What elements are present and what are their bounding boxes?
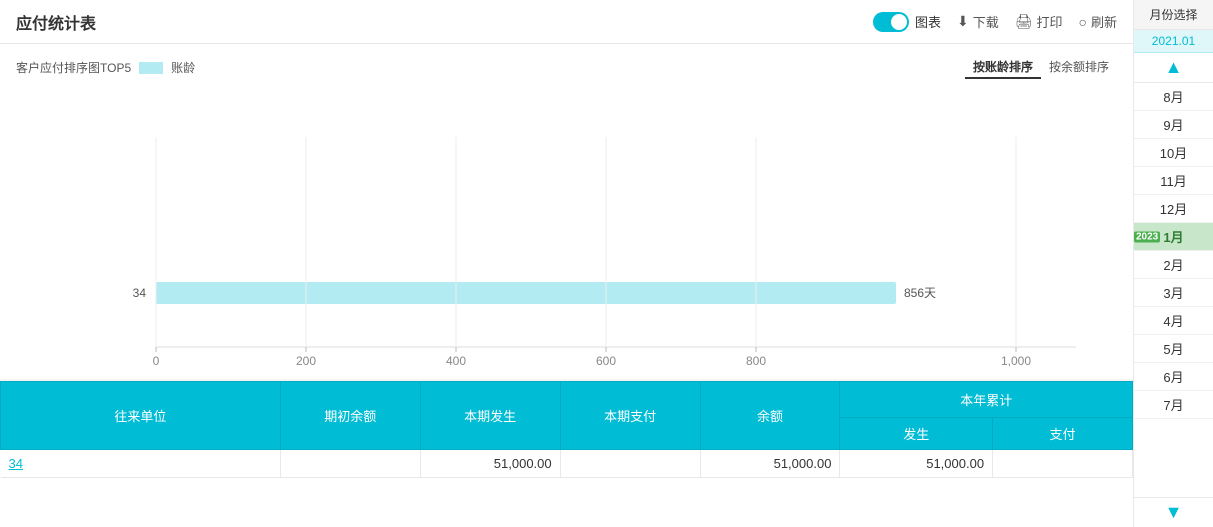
download-button[interactable]: ⬇ 下载 (957, 12, 999, 31)
col-header-ytd-pay: 支付 (993, 418, 1133, 450)
chart-toggle-wrap: 图表 (873, 12, 941, 32)
sidebar-month-4[interactable]: 4月 (1134, 307, 1213, 335)
sidebar-month-9[interactable]: 9月 (1134, 111, 1213, 139)
sidebar-month-1-2023[interactable]: 2023 1月 (1134, 223, 1213, 251)
table-body: 34 51,000.00 51,000.00 51,000.00 (1, 450, 1133, 478)
svg-text:600: 600 (596, 354, 616, 367)
cell-period-occur: 51,000.00 (420, 450, 560, 478)
table-area: 往来单位 期初余额 本期发生 本期支付 余额 本年累计 发生 支付 34 51,… (0, 381, 1133, 527)
sidebar-nav-down-button[interactable]: ▼ (1134, 497, 1213, 527)
page-header: 应付统计表 图表 ⬇ 下载 🖨 打印 ○ 刷新 (0, 0, 1133, 44)
chart-toggle-label: 图表 (915, 12, 941, 31)
year-tag-2023: 2023 (1134, 231, 1160, 242)
chart-legend: 客户应付排序图TOP5 账龄 (16, 59, 195, 76)
cell-period-balance (280, 450, 420, 478)
col-header-period-balance: 期初余额 (280, 382, 420, 450)
sidebar-month-5[interactable]: 5月 (1134, 335, 1213, 363)
svg-text:34: 34 (133, 286, 147, 300)
sidebar-month-6[interactable]: 6月 (1134, 363, 1213, 391)
refresh-icon: ○ (1079, 14, 1087, 30)
svg-text:1,000: 1,000 (1001, 354, 1031, 367)
col-header-unit: 往来单位 (1, 382, 281, 450)
chart-sort: 按账龄排序 按余额排序 (965, 56, 1117, 79)
cell-balance: 51,000.00 (700, 450, 840, 478)
cell-ytd-occur: 51,000.00 (840, 450, 993, 478)
sidebar-month-12[interactable]: 12月 (1134, 195, 1213, 223)
sidebar-month-3[interactable]: 3月 (1134, 279, 1213, 307)
data-table: 往来单位 期初余额 本期发生 本期支付 余额 本年累计 发生 支付 34 51,… (0, 381, 1133, 478)
svg-text:800: 800 (746, 354, 766, 367)
legend-box-label: 账龄 (171, 59, 195, 76)
sidebar-month-8[interactable]: 8月 (1134, 83, 1213, 111)
sidebar-date[interactable]: 2021.01 (1134, 30, 1213, 53)
chart-header: 客户应付排序图TOP5 账龄 按账龄排序 按余额排序 (16, 56, 1117, 79)
chart-svg-wrap: 34 856天 0 200 400 600 800 1,000 (16, 87, 1117, 367)
sidebar-header: 月份选择 (1134, 0, 1213, 30)
sort-by-balance-button[interactable]: 按账龄排序 (965, 56, 1041, 79)
sidebar-nav-up-button[interactable]: ▲ (1134, 53, 1213, 83)
sidebar-month-2[interactable]: 2月 (1134, 251, 1213, 279)
sidebar-month-10[interactable]: 10月 (1134, 139, 1213, 167)
download-label: 下载 (973, 12, 999, 31)
cell-unit[interactable]: 34 (1, 450, 281, 478)
refresh-label: 刷新 (1091, 12, 1117, 31)
sidebar: 月份选择 2021.01 ▲ 8月 9月 10月 11月 12月 2023 1月… (1133, 0, 1213, 527)
col-header-ytd-occur: 发生 (840, 418, 993, 450)
page-title: 应付统计表 (16, 10, 96, 34)
sidebar-month-7[interactable]: 7月 (1134, 391, 1213, 419)
svg-text:0: 0 (153, 354, 160, 367)
svg-text:200: 200 (296, 354, 316, 367)
sidebar-month-11[interactable]: 11月 (1134, 167, 1213, 195)
legend-text: 客户应付排序图TOP5 (16, 59, 131, 76)
table-row: 34 51,000.00 51,000.00 51,000.00 (1, 450, 1133, 478)
chevron-down-icon: ▼ (1165, 502, 1183, 523)
chevron-up-icon: ▲ (1165, 57, 1183, 78)
download-icon: ⬇ (957, 13, 969, 30)
legend-box (139, 62, 163, 74)
print-icon: 🖨 (1015, 13, 1033, 30)
bar-chart: 34 856天 0 200 400 600 800 1,000 (16, 87, 1133, 367)
svg-text:856天: 856天 (904, 286, 936, 300)
col-header-balance: 余额 (700, 382, 840, 450)
header-actions: 图表 ⬇ 下载 🖨 打印 ○ 刷新 (873, 12, 1117, 32)
sidebar-months-list: 8月 9月 10月 11月 12月 2023 1月 2月 3月 4月 5月 6月… (1134, 83, 1213, 497)
cell-period-pay (560, 450, 700, 478)
svg-text:400: 400 (446, 354, 466, 367)
col-header-period-pay: 本期支付 (560, 382, 700, 450)
col-header-period-occur: 本期发生 (420, 382, 560, 450)
print-label: 打印 (1037, 12, 1063, 31)
chart-toggle[interactable] (873, 12, 909, 32)
refresh-button[interactable]: ○ 刷新 (1079, 12, 1117, 31)
table-header-row-1: 往来单位 期初余额 本期发生 本期支付 余额 本年累计 (1, 382, 1133, 418)
chart-area: 客户应付排序图TOP5 账龄 按账龄排序 按余额排序 34 856天 0 (0, 44, 1133, 379)
sort-by-amount-button[interactable]: 按余额排序 (1041, 56, 1117, 79)
col-header-ytd: 本年累计 (840, 382, 1133, 418)
print-button[interactable]: 🖨 打印 (1015, 12, 1063, 31)
cell-ytd-pay (993, 450, 1133, 478)
